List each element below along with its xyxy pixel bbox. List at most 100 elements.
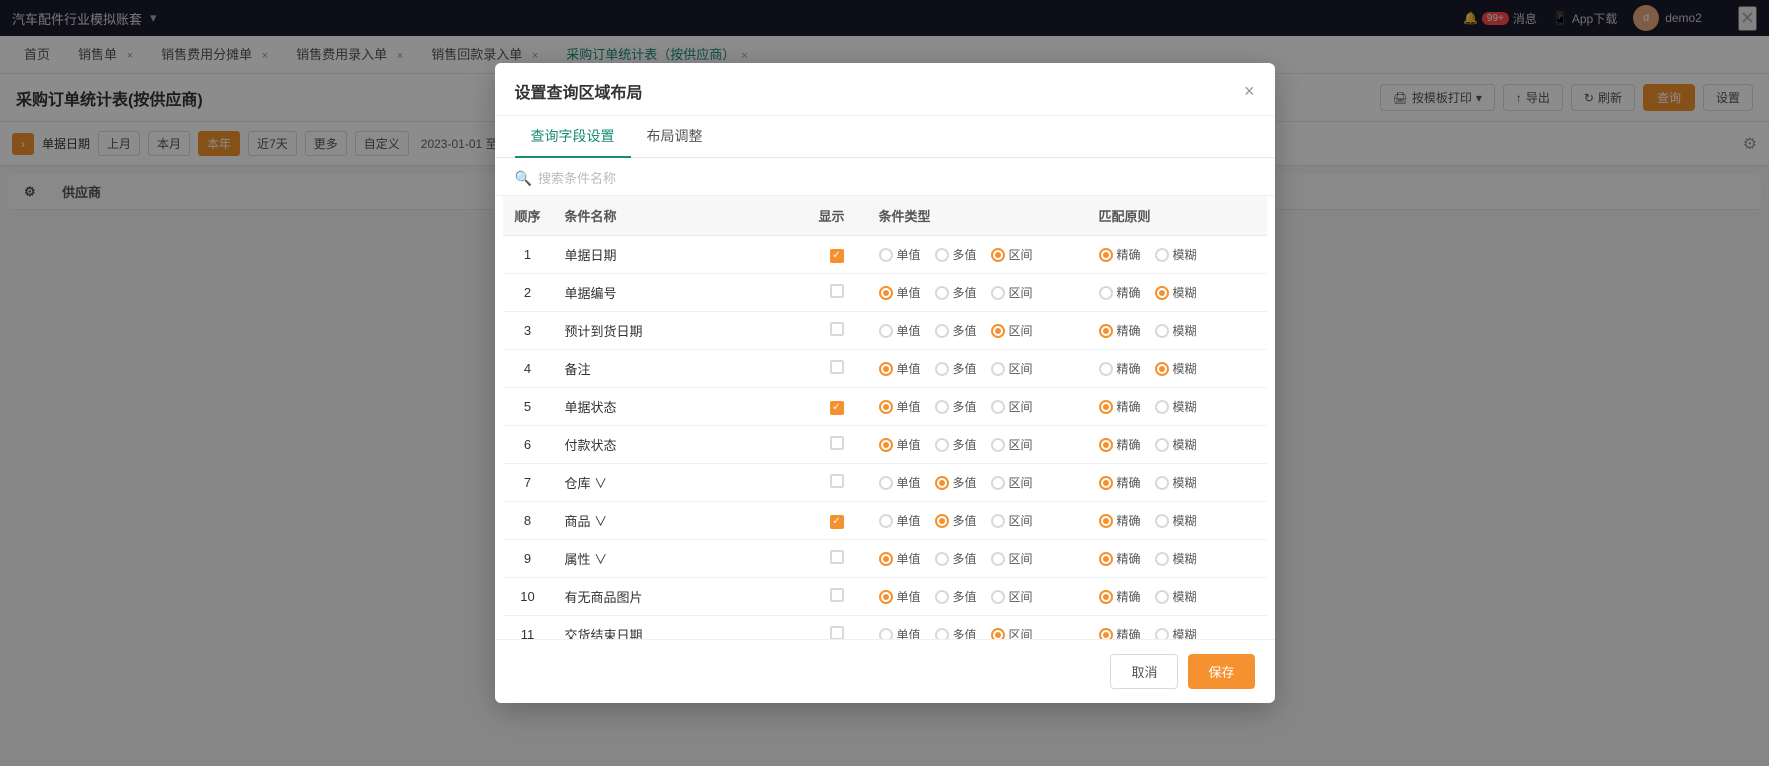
match-radio-精确[interactable]: 精确	[1099, 512, 1141, 529]
th-match: 匹配原则	[1087, 196, 1267, 236]
show-checkbox[interactable]	[830, 322, 844, 336]
match-radio-精确[interactable]: 精确	[1099, 322, 1141, 339]
type-radio-多值[interactable]: 多值	[935, 436, 977, 453]
type-radio-多值[interactable]: 多值	[935, 550, 977, 567]
row-match-cell: 精确模糊	[1087, 426, 1267, 464]
radio-unchecked-icon	[935, 324, 949, 338]
modal-overlay: 设置查询区域布局 × 查询字段设置 布局调整 🔍 顺序 条件名称 显示 条件类型	[0, 0, 1769, 766]
type-radio-区间[interactable]: 区间	[991, 550, 1033, 567]
type-radio-多值[interactable]: 多值	[935, 588, 977, 605]
match-radio-模糊[interactable]: 模糊	[1155, 512, 1197, 529]
type-radio-区间[interactable]: 区间	[991, 360, 1033, 377]
match-radio-模糊[interactable]: 模糊	[1155, 246, 1197, 263]
show-checkbox[interactable]	[830, 474, 844, 488]
match-radio-模糊[interactable]: 模糊	[1155, 550, 1197, 567]
radio-unchecked-icon	[991, 514, 1005, 528]
radio-label: 多值	[953, 398, 977, 415]
type-radio-单值[interactable]: 单值	[879, 246, 921, 263]
type-radio-区间[interactable]: 区间	[991, 284, 1033, 301]
type-radio-单值[interactable]: 单值	[879, 436, 921, 453]
show-checkbox[interactable]	[830, 284, 844, 298]
modal-tab-fields[interactable]: 查询字段设置	[515, 116, 631, 158]
th-type: 条件类型	[867, 196, 1087, 236]
radio-label: 精确	[1117, 550, 1141, 567]
radio-unchecked-icon	[935, 248, 949, 262]
type-radio-区间[interactable]: 区间	[991, 322, 1033, 339]
type-radio-单值[interactable]: 单值	[879, 588, 921, 605]
type-radio-单值[interactable]: 单值	[879, 398, 921, 415]
type-radio-多值[interactable]: 多值	[935, 474, 977, 491]
type-radio-多值[interactable]: 多值	[935, 322, 977, 339]
match-radio-精确[interactable]: 精确	[1099, 626, 1141, 639]
radio-unchecked-icon	[935, 362, 949, 376]
row-match-cell: 精确模糊	[1087, 464, 1267, 502]
type-radio-区间[interactable]: 区间	[991, 512, 1033, 529]
show-checkbox[interactable]: ✓	[830, 401, 844, 415]
show-checkbox[interactable]	[830, 360, 844, 374]
match-radio-模糊[interactable]: 模糊	[1155, 398, 1197, 415]
type-radio-区间[interactable]: 区间	[991, 246, 1033, 263]
type-radio-多值[interactable]: 多值	[935, 284, 977, 301]
type-radio-区间[interactable]: 区间	[991, 588, 1033, 605]
match-radio-精确[interactable]: 精确	[1099, 474, 1141, 491]
show-checkbox[interactable]	[830, 588, 844, 602]
type-radio-多值[interactable]: 多值	[935, 246, 977, 263]
type-radio-多值[interactable]: 多值	[935, 398, 977, 415]
match-radio-精确[interactable]: 精确	[1099, 436, 1141, 453]
radio-checked-icon	[1099, 514, 1113, 528]
radio-checked-icon	[935, 476, 949, 490]
match-radio-精确[interactable]: 精确	[1099, 588, 1141, 605]
type-radio-多值[interactable]: 多值	[935, 626, 977, 639]
type-radio-单值[interactable]: 单值	[879, 512, 921, 529]
show-checkbox[interactable]: ✓	[830, 515, 844, 529]
type-radio-多值[interactable]: 多值	[935, 360, 977, 377]
row-show-cell: ✓	[807, 388, 867, 426]
row-show-cell	[807, 578, 867, 616]
match-radio-模糊[interactable]: 模糊	[1155, 322, 1197, 339]
type-radio-区间[interactable]: 区间	[991, 474, 1033, 491]
match-radio-模糊[interactable]: 模糊	[1155, 588, 1197, 605]
type-radio-区间[interactable]: 区间	[991, 436, 1033, 453]
save-button[interactable]: 保存	[1188, 654, 1254, 689]
match-radio-精确[interactable]: 精确	[1099, 550, 1141, 567]
show-checkbox[interactable]	[830, 550, 844, 564]
match-radio-精确[interactable]: 精确	[1099, 360, 1141, 377]
search-input[interactable]	[538, 171, 738, 186]
match-radio-模糊[interactable]: 模糊	[1155, 360, 1197, 377]
match-radio-模糊[interactable]: 模糊	[1155, 284, 1197, 301]
radio-checked-icon	[879, 400, 893, 414]
type-radio-单值[interactable]: 单值	[879, 284, 921, 301]
th-name: 条件名称	[553, 196, 807, 236]
radio-label: 区间	[1009, 284, 1033, 301]
show-checkbox[interactable]	[830, 626, 844, 639]
radio-label: 区间	[1009, 550, 1033, 567]
match-radio-模糊[interactable]: 模糊	[1155, 474, 1197, 491]
modal-tab-layout[interactable]: 布局调整	[631, 116, 719, 158]
type-radio-单值[interactable]: 单值	[879, 360, 921, 377]
type-radio-多值[interactable]: 多值	[935, 512, 977, 529]
radio-unchecked-icon	[879, 628, 893, 640]
radio-checked-icon	[1099, 590, 1113, 604]
modal-close-button[interactable]: ×	[1244, 81, 1255, 102]
show-checkbox[interactable]	[830, 436, 844, 450]
match-radio-精确[interactable]: 精确	[1099, 398, 1141, 415]
match-radio-精确[interactable]: 精确	[1099, 246, 1141, 263]
radio-label: 单值	[897, 284, 921, 301]
row-type-cell: 单值多值 区间	[867, 350, 1087, 388]
type-radio-单值[interactable]: 单值	[879, 626, 921, 639]
row-show-cell	[807, 616, 867, 640]
row-condition-name: 单据编号	[553, 274, 807, 312]
type-radio-区间[interactable]: 区间	[991, 626, 1033, 639]
type-radio-单值[interactable]: 单值	[879, 550, 921, 567]
cancel-button[interactable]: 取消	[1110, 654, 1178, 689]
type-radio-单值[interactable]: 单值	[879, 474, 921, 491]
radio-label: 单值	[897, 588, 921, 605]
show-checkbox[interactable]: ✓	[830, 249, 844, 263]
match-radio-模糊[interactable]: 模糊	[1155, 436, 1197, 453]
type-radio-区间[interactable]: 区间	[991, 398, 1033, 415]
radio-label: 区间	[1009, 360, 1033, 377]
match-radio-精确[interactable]: 精确	[1099, 284, 1141, 301]
type-radio-单值[interactable]: 单值	[879, 322, 921, 339]
table-row: 8商品 ∨✓单值多值区间精确模糊	[503, 502, 1267, 540]
match-radio-模糊[interactable]: 模糊	[1155, 626, 1197, 639]
